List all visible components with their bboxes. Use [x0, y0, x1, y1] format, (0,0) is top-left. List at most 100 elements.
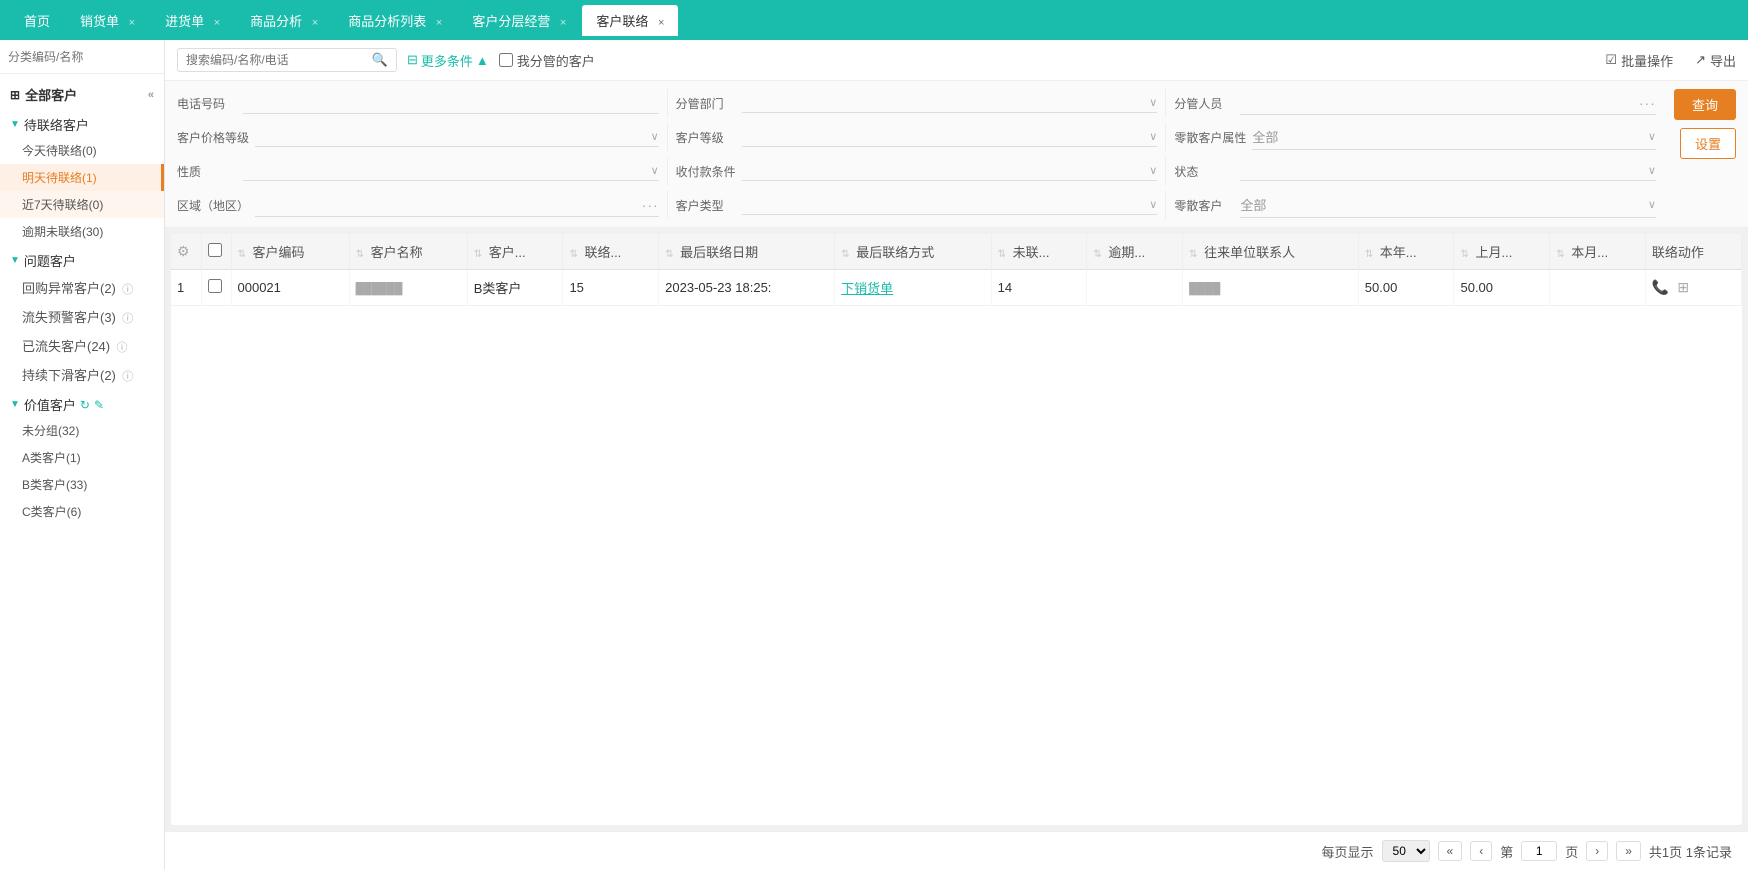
sidebar-item-tomorrow-contact[interactable]: 明天待联络(1) — [0, 164, 164, 191]
filter-customer-level-select[interactable]: ∨ — [742, 127, 1158, 147]
set-button[interactable]: 设置 — [1680, 128, 1736, 159]
cell-seq: 1 — [171, 270, 201, 306]
col-customer-type: ⇅ 客户... — [467, 234, 563, 270]
top-nav: 首页 销货单 × 进货单 × 商品分析 × 商品分析列表 × 客户分层经营 × … — [0, 0, 1748, 40]
next-page-button[interactable]: › — [1586, 841, 1608, 861]
nav-item-customer-contact[interactable]: 客户联络 × — [582, 5, 678, 36]
filter-person-select[interactable]: ··· — [1240, 92, 1656, 115]
name-masked: ██████ — [356, 283, 403, 295]
row-checkbox[interactable] — [208, 279, 222, 293]
sidebar-problem-group: ▼ 问题客户 — [0, 245, 164, 273]
filter-retail-attr-select[interactable]: 全部 ∨ — [1252, 124, 1656, 150]
col-customer-name: ⇅ 客户名称 — [349, 234, 467, 270]
sidebar-item-ungrouped[interactable]: 未分组(32) — [0, 417, 164, 444]
close-analysis-icon[interactable]: × — [312, 17, 318, 29]
close-customer-tier-icon[interactable]: × — [560, 17, 566, 29]
sidebar-collapse-icon[interactable]: « — [148, 89, 154, 101]
nav-item-customer-tier[interactable]: 客户分层经营 × — [458, 5, 580, 36]
filter-action-buttons: 查询 设置 — [1664, 89, 1736, 219]
retail-attr-chevron-icon: ∨ — [1648, 130, 1656, 143]
cell-this-year: 50.00 — [1358, 270, 1454, 306]
edit-icon[interactable]: ✎ — [94, 398, 104, 412]
main-search-icon[interactable]: 🔍 — [372, 52, 388, 68]
page-size-select[interactable]: 50 — [1382, 840, 1430, 862]
triangle-icon3: ▼ — [10, 399, 20, 410]
sort-icon4: ⇅ — [569, 249, 577, 260]
main-search-input[interactable] — [186, 53, 372, 67]
filter-customer-type: 客户类型 ∨ — [676, 195, 1158, 215]
sidebar-item-class-b[interactable]: B类客户(33) — [0, 471, 164, 498]
filter-dept-select[interactable]: ∨ — [742, 93, 1158, 113]
filter-status-select[interactable]: ∨ — [1240, 161, 1656, 181]
unit-contact-masked: ████ — [1189, 283, 1220, 295]
funnel-icon: ⊟ — [407, 52, 418, 68]
pagination: 每页显示 50 « ‹ 第 页 › » 共1页 1条记录 — [165, 831, 1748, 870]
nav-item-purchaseorder[interactable]: 进货单 × — [151, 5, 234, 36]
close-purchaseorder-icon[interactable]: × — [214, 17, 220, 29]
main-layout: 🔍 ⊞ 全部客户 « ▼ 待联络客户 今天待联络(0) 明天待联络(1) 近7天… — [0, 40, 1748, 870]
page-unit-label: 页 — [1565, 842, 1578, 861]
my-customers-checkbox[interactable]: 我分管的客户 — [499, 51, 595, 70]
sidebar-item-churn-warning[interactable]: 流失预警客户(3) ⓘ — [0, 302, 164, 331]
first-page-button[interactable]: « — [1438, 841, 1463, 861]
col-actions: 联络动作 — [1645, 234, 1741, 270]
sidebar-value-group: ▼ 价值客户 ↻ ✎ — [0, 389, 164, 417]
triangle-icon: ▼ — [10, 119, 20, 130]
cell-overdue — [1087, 270, 1183, 306]
sidebar-item-today-contact[interactable]: 今天待联络(0) — [0, 137, 164, 164]
sidebar-item-class-c[interactable]: C类客户(6) — [0, 498, 164, 525]
col-last-month: ⇅ 上月... — [1454, 234, 1550, 270]
row-action-phone-icon[interactable]: 📞 — [1652, 279, 1669, 296]
nav-item-analysis-list[interactable]: 商品分析列表 × — [334, 5, 456, 36]
sidebar-item-churned[interactable]: 已流失客户(24) ⓘ — [0, 331, 164, 360]
prev-page-button[interactable]: ‹ — [1470, 841, 1492, 861]
sidebar-all-customers[interactable]: ⊞ 全部客户 « — [0, 80, 164, 109]
sidebar-item-class-a[interactable]: A类客户(1) — [0, 444, 164, 471]
advanced-filter: 电话号码 分管部门 ∨ 分管人员 — [165, 81, 1748, 228]
nav-item-analysis[interactable]: 商品分析 × — [236, 5, 332, 36]
triangle-icon2: ▼ — [10, 255, 20, 266]
content-area: 🔍 ⊟ 更多条件 ▲ 我分管的客户 ☑ 批量操作 ↗ 导出 — [165, 40, 1748, 870]
filter-status: 状态 ∨ — [1174, 161, 1656, 181]
query-button[interactable]: 查询 — [1674, 89, 1736, 120]
sidebar-item-declining[interactable]: 持续下滑客户(2) ⓘ — [0, 360, 164, 389]
bulk-actions-button[interactable]: ☑ 批量操作 — [1605, 51, 1673, 70]
per-page-label: 每页显示 — [1322, 842, 1374, 861]
sidebar-item-7day-contact[interactable]: 近7天待联络(0) — [0, 191, 164, 218]
close-analysis-list-icon[interactable]: × — [436, 17, 442, 29]
nav-home[interactable]: 首页 — [10, 5, 64, 36]
more-filter-button[interactable]: ⊟ 更多条件 ▲ — [407, 51, 489, 70]
col-gear: ⚙ — [171, 234, 201, 270]
sort-icon12: ⇅ — [1556, 249, 1564, 260]
sidebar: 🔍 ⊞ 全部客户 « ▼ 待联络客户 今天待联络(0) 明天待联络(1) 近7天… — [0, 40, 165, 870]
page-number-input[interactable] — [1521, 841, 1557, 861]
sidebar-item-repurchase-abnormal[interactable]: 回购异常客户(2) ⓘ — [0, 273, 164, 302]
cell-type: B类客户 — [467, 270, 563, 306]
sidebar-item-overdue-contact[interactable]: 逾期未联络(30) — [0, 218, 164, 245]
close-customer-contact-icon[interactable]: × — [658, 17, 664, 29]
nature-chevron-icon: ∨ — [651, 164, 659, 177]
cell-no-contact: 14 — [991, 270, 1087, 306]
row-action-grid-icon[interactable]: ⊞ — [1677, 279, 1689, 296]
settings-icon[interactable]: ⚙ — [177, 243, 190, 259]
export-button[interactable]: ↗ 导出 — [1695, 51, 1736, 70]
filter-price-level-select[interactable]: ∨ — [255, 127, 659, 147]
info-icon3: ⓘ — [116, 342, 127, 354]
cell-name: ██████ — [349, 270, 467, 306]
sidebar-search-input[interactable] — [8, 50, 163, 64]
refresh-icon[interactable]: ↻ — [80, 398, 90, 412]
select-all-checkbox[interactable] — [208, 243, 222, 257]
filter-row-1: 电话号码 分管部门 ∨ 分管人员 — [177, 89, 1656, 117]
last-method-link[interactable]: 下销货单 — [841, 281, 893, 296]
last-page-button[interactable]: » — [1616, 841, 1641, 861]
my-customers-check[interactable] — [499, 53, 513, 67]
close-salesorder-icon[interactable]: × — [129, 17, 135, 29]
filter-region-select[interactable]: ··· — [255, 194, 659, 217]
filter-payment-select[interactable]: ∨ — [742, 161, 1158, 181]
nav-item-salesorder[interactable]: 销货单 × — [66, 5, 149, 36]
filter-retail-select[interactable]: 全部 ∨ — [1240, 192, 1656, 218]
filter-customer-type-select[interactable]: ∨ — [742, 195, 1158, 215]
filter-person: 分管人员 ··· — [1174, 92, 1656, 115]
filter-nature-select[interactable]: ∨ — [243, 161, 659, 181]
filter-phone-input[interactable] — [243, 93, 659, 114]
